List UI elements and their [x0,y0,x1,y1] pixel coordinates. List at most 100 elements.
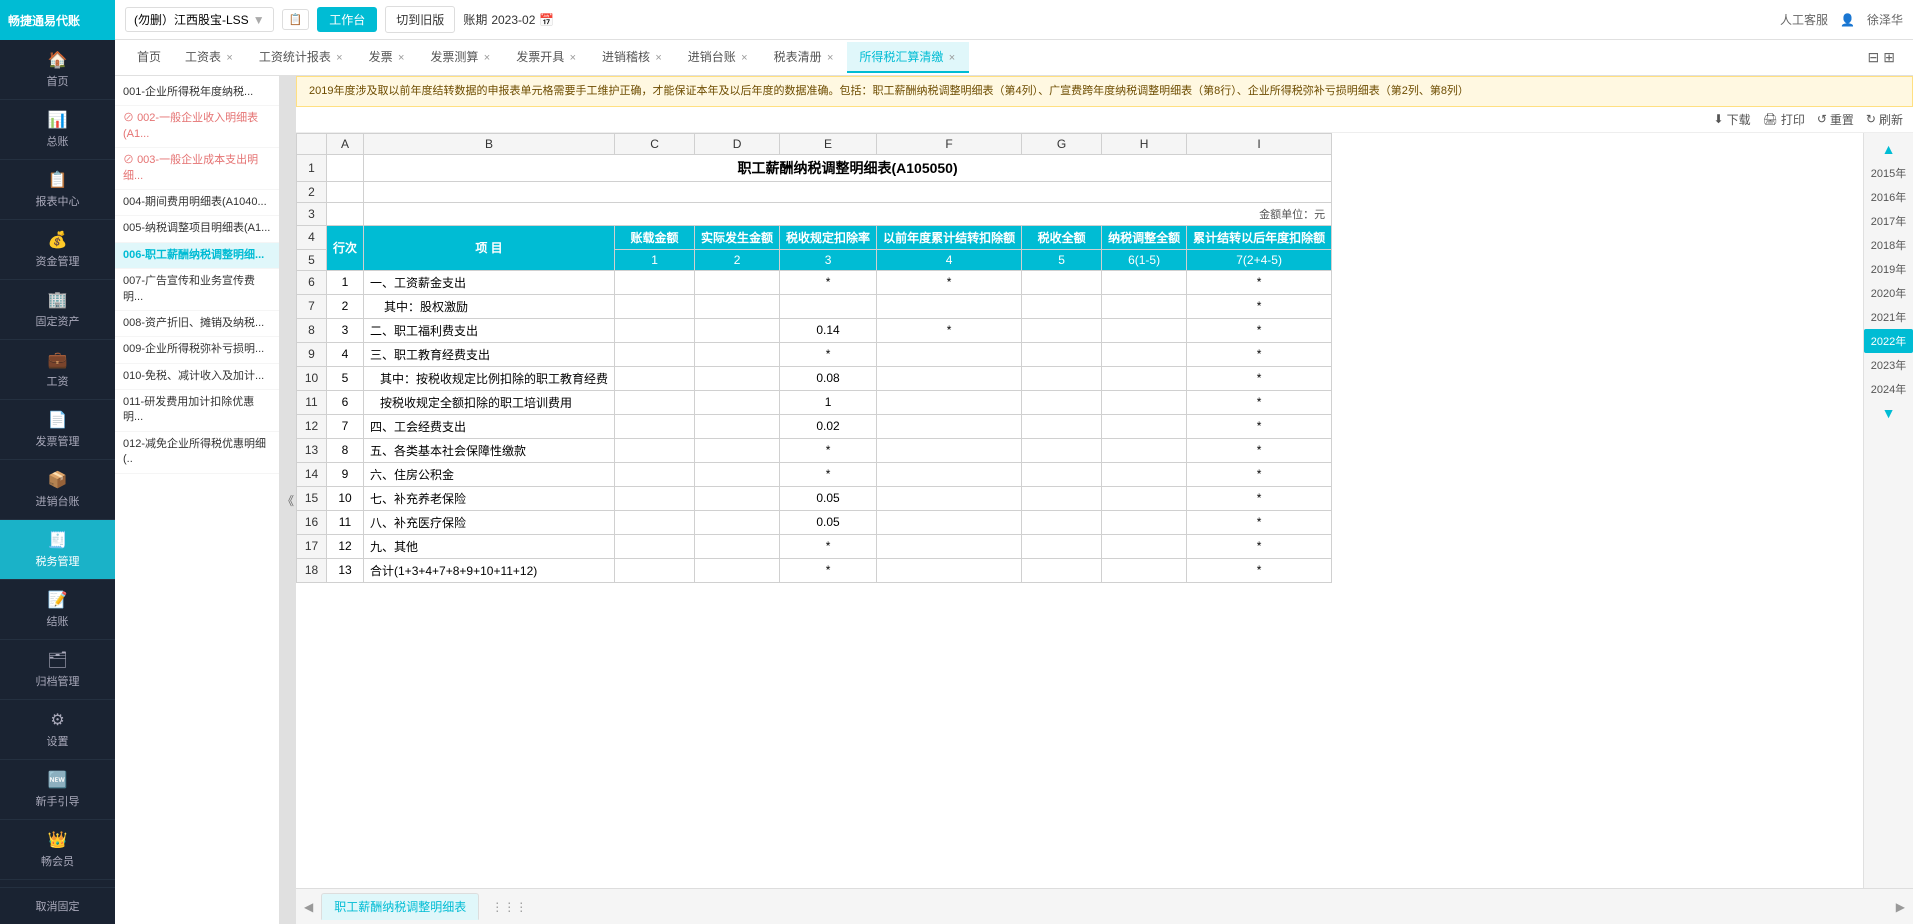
cell-A11[interactable]: 6 [327,390,364,414]
tab-payroll-report[interactable]: 工资统计报表 × [247,42,357,73]
cell-E9[interactable]: * [780,342,877,366]
cell-C14[interactable] [615,462,695,486]
scroll-right-icon[interactable]: ▶ [1896,900,1905,914]
cell-C9[interactable] [615,342,695,366]
cell-C10[interactable] [615,366,695,390]
cell-D6[interactable] [695,270,780,294]
cell-I8[interactable]: * [1187,318,1332,342]
tab-income-tax[interactable]: 所得税汇算清缴 × [847,42,969,73]
cell-A15[interactable]: 10 [327,486,364,510]
cell-B11[interactable]: 按税收规定全额扣除的职工培训费用 [364,390,615,414]
sidebar-item-ledger[interactable]: 📊 总账 [0,100,115,160]
cell-F6[interactable]: * [877,270,1022,294]
cell-G15[interactable] [1022,486,1102,510]
switch-old-button[interactable]: 切到旧版 [385,6,455,33]
cell-I16[interactable]: * [1187,510,1332,534]
sidebar-item-reports[interactable]: 📋 报表中心 [0,160,115,220]
reset-button[interactable]: ↺ 重置 [1817,111,1854,128]
list-item-008[interactable]: 008-资产折旧、摊销及纳税... [115,311,279,337]
cell-E11[interactable]: 1 [780,390,877,414]
cell-C15[interactable] [615,486,695,510]
list-item-007[interactable]: 007-广告宣传和业务宣传费明... [115,269,279,311]
cell-E14[interactable]: * [780,462,877,486]
cell-C11[interactable] [615,390,695,414]
list-item-005[interactable]: 005-纳税调整项目明细表(A1... [115,216,279,242]
cell-G9[interactable] [1022,342,1102,366]
cell-G12[interactable] [1022,414,1102,438]
cell-F7[interactable] [877,294,1022,318]
cell-I15[interactable]: * [1187,486,1332,510]
tab-invoice-calc[interactable]: 发票测算 × [418,42,504,73]
cell-H11[interactable] [1102,390,1187,414]
cell-F14[interactable] [877,462,1022,486]
cell-D10[interactable] [695,366,780,390]
cell-A18[interactable]: 13 [327,558,364,582]
sidebar-item-guide[interactable]: 🆕 新手引导 [0,760,115,820]
cell-G7[interactable] [1022,294,1102,318]
list-item-003[interactable]: ⊘ 003-一般企业成本支出明细... [115,148,279,190]
bottom-more-button[interactable]: ⋮⋮⋮ [491,900,527,914]
cell-G14[interactable] [1022,462,1102,486]
cell-B17[interactable]: 九、其他 [364,534,615,558]
cell-I13[interactable]: * [1187,438,1332,462]
company-selector[interactable]: (勿删）江西股宝-LSS ▼ [125,7,274,32]
cell-F11[interactable] [877,390,1022,414]
bottom-tab-main[interactable]: 职工薪酬纳税调整明细表 [321,893,479,920]
year-2021[interactable]: 2021年 [1864,305,1913,329]
sidebar-item-payroll[interactable]: 💼 工资 [0,340,115,400]
cell-B8[interactable]: 二、职工福利费支出 [364,318,615,342]
tab-purchase-check[interactable]: 进销稽核 × [590,42,676,73]
cell-H18[interactable] [1102,558,1187,582]
list-item-002[interactable]: ⊘ 002-一般企业收入明细表(A1... [115,106,279,148]
cell-H7[interactable] [1102,294,1187,318]
list-item-009[interactable]: 009-企业所得税弥补亏损明... [115,337,279,363]
year-2019[interactable]: 2019年 [1864,257,1913,281]
cell-C18[interactable] [615,558,695,582]
cell-H16[interactable] [1102,510,1187,534]
tab-close-income-tax[interactable]: × [947,52,957,64]
cell-I18[interactable]: * [1187,558,1332,582]
cell-H12[interactable] [1102,414,1187,438]
cell-G16[interactable] [1022,510,1102,534]
cell-F15[interactable] [877,486,1022,510]
sidebar-item-member[interactable]: 👑 畅会员 [0,820,115,880]
cell-A17[interactable]: 12 [327,534,364,558]
sidebar-item-finance[interactable]: 💰 资金管理 [0,220,115,280]
cell-B15[interactable]: 七、补充养老保险 [364,486,615,510]
cell-H13[interactable] [1102,438,1187,462]
scroll-left-icon[interactable]: ◀ [304,900,313,914]
cell-A16[interactable]: 11 [327,510,364,534]
cell-H17[interactable] [1102,534,1187,558]
cell-D13[interactable] [695,438,780,462]
tab-close-invoice-open[interactable]: × [568,52,578,64]
cell-E17[interactable]: * [780,534,877,558]
copy-button[interactable]: 📋 [282,9,310,30]
cell-B13[interactable]: 五、各类基本社会保障性缴款 [364,438,615,462]
cell-C7[interactable] [615,294,695,318]
cell-C16[interactable] [615,510,695,534]
cell-A8[interactable]: 3 [327,318,364,342]
cell-A13[interactable]: 8 [327,438,364,462]
cell-I7[interactable]: * [1187,294,1332,318]
tab-home[interactable]: 首页 [125,42,173,73]
cell-E6[interactable]: * [780,270,877,294]
cell-D14[interactable] [695,462,780,486]
cell-F9[interactable] [877,342,1022,366]
cell-E13[interactable]: * [780,438,877,462]
cell-F18[interactable] [877,558,1022,582]
cell-A7[interactable]: 2 [327,294,364,318]
sidebar-item-home[interactable]: 🏠 首页 [0,40,115,100]
cell-F12[interactable] [877,414,1022,438]
cell-B9[interactable]: 三、职工教育经费支出 [364,342,615,366]
cell-A9[interactable]: 4 [327,342,364,366]
cell-G18[interactable] [1022,558,1102,582]
cell-B16[interactable]: 八、补充医疗保险 [364,510,615,534]
sidebar-item-assets[interactable]: 🏢 固定资产 [0,280,115,340]
cell-G13[interactable] [1022,438,1102,462]
tab-tax-list[interactable]: 税表清册 × [762,42,848,73]
cell-A10[interactable]: 5 [327,366,364,390]
tab-close-tax-list[interactable]: × [825,52,835,64]
year-2015[interactable]: 2015年 [1864,161,1913,185]
cell-G10[interactable] [1022,366,1102,390]
sidebar-item-sales[interactable]: 📦 进销台账 [0,460,115,520]
